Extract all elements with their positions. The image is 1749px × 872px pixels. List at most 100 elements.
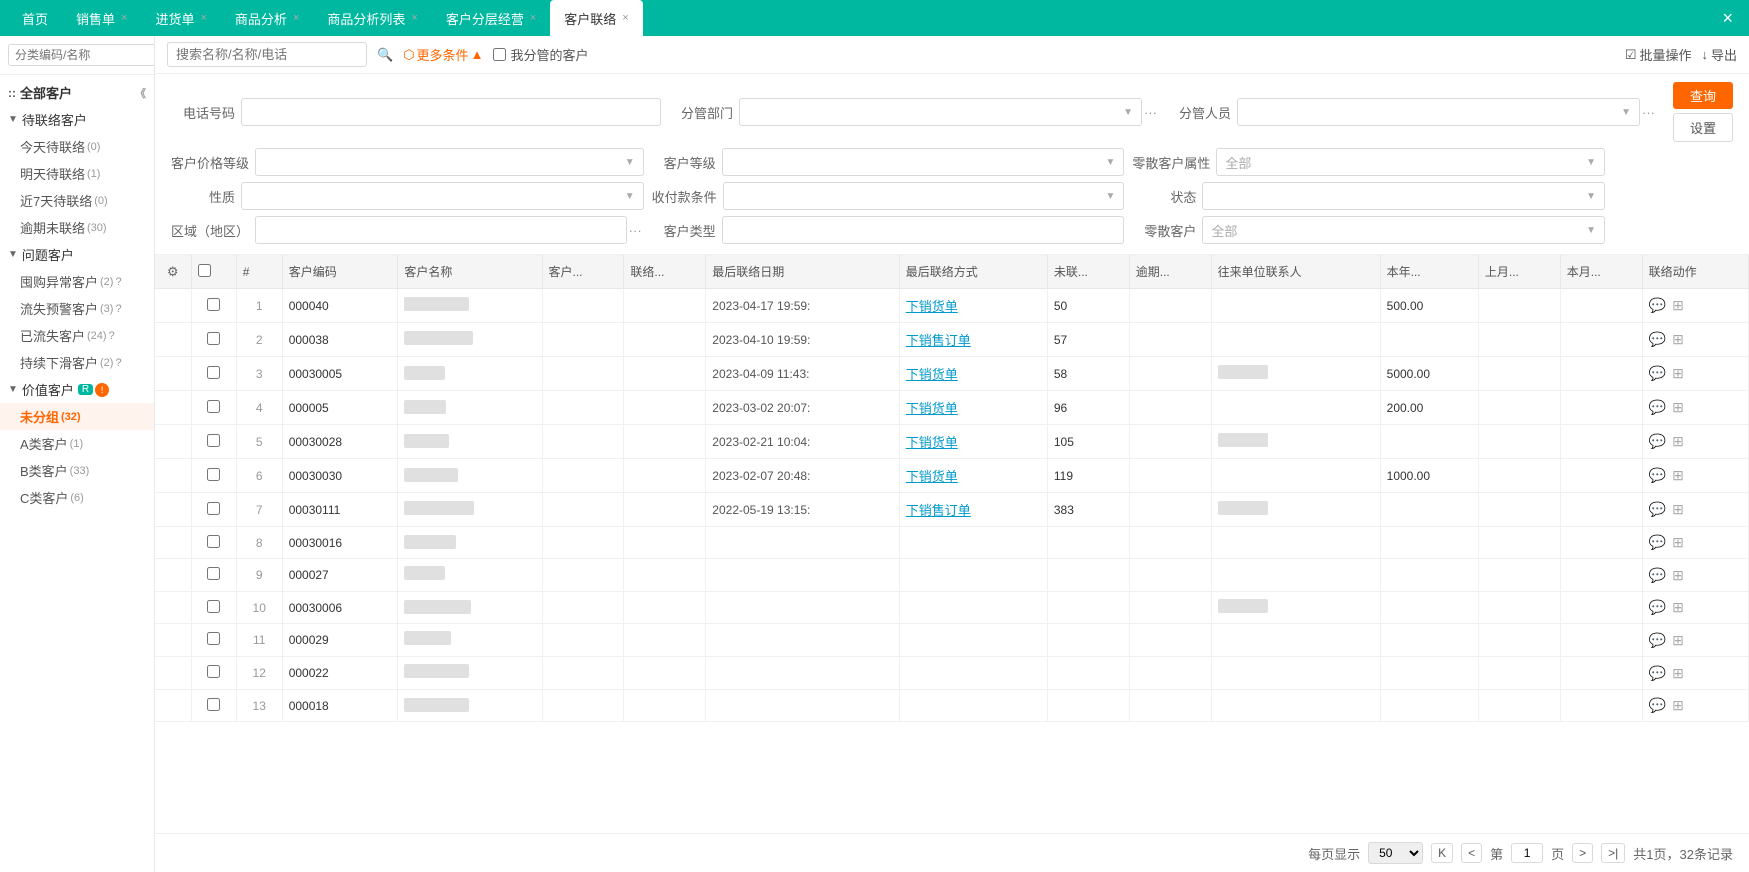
customer-search-button[interactable]: 🔍	[377, 47, 393, 63]
nav-item-home[interactable]: 首页	[8, 0, 62, 36]
batch-operation-button[interactable]: ☑ 批量操作	[1625, 45, 1692, 64]
grid-action-icon-11[interactable]: ⊞	[1672, 665, 1684, 682]
chat-icon-7[interactable]: 💬	[1649, 534, 1666, 551]
not-contact-header[interactable]: 未联...	[1047, 255, 1129, 289]
this-month-header[interactable]: 本月...	[1560, 255, 1642, 289]
sidebar-item-ungrouped[interactable]: 未分组 (32)	[0, 403, 154, 430]
grid-action-icon-0[interactable]: ⊞	[1672, 297, 1684, 314]
sidebar-item-tomorrow[interactable]: 明天待联络 (1)	[0, 160, 154, 187]
nature-select[interactable]: ▼	[241, 182, 644, 210]
unit-contact-header[interactable]: 往来单位联系人	[1211, 255, 1380, 289]
current-page-input[interactable]	[1511, 843, 1543, 863]
cell-checkbox-11[interactable]	[191, 657, 236, 690]
sidebar-item-7days[interactable]: 近7天待联络 (0)	[0, 187, 154, 214]
settings-column-header[interactable]: ⚙	[155, 255, 191, 289]
sidebar-item-abnormal[interactable]: 囤购异常客户 (2) ?	[0, 268, 154, 295]
collapse-sidebar-icon[interactable]: 《	[135, 85, 146, 101]
overdue-header[interactable]: 逾期...	[1129, 255, 1211, 289]
grid-action-icon-3[interactable]: ⊞	[1672, 399, 1684, 416]
cell-checkbox-9[interactable]	[191, 592, 236, 624]
my-customers-check[interactable]	[493, 48, 506, 61]
sidebar-item-warning[interactable]: 流失预警客户 (3) ?	[0, 295, 154, 322]
cell-checkbox-10[interactable]	[191, 624, 236, 657]
nav-item-product-analysis[interactable]: 商品分析 ×	[221, 0, 313, 36]
customer-search-input[interactable]	[167, 42, 367, 67]
select-all-checkbox[interactable]	[198, 264, 211, 277]
group-header-pending[interactable]: ▼ 待联络客户	[0, 106, 154, 133]
close-product-list-icon[interactable]: ×	[411, 12, 417, 24]
last-contact-method-header[interactable]: 最后联络方式	[899, 255, 1047, 289]
customer-type-select[interactable]	[722, 216, 1125, 244]
chat-icon-3[interactable]: 💬	[1649, 399, 1666, 416]
group-header-value[interactable]: ▼ 价值客户 R !	[0, 376, 154, 403]
chat-icon-9[interactable]: 💬	[1649, 599, 1666, 616]
chat-icon-2[interactable]: 💬	[1649, 365, 1666, 382]
sidebar-item-class-c[interactable]: C类客户 (6)	[0, 484, 154, 511]
close-sales-icon[interactable]: ×	[121, 12, 127, 24]
code-column-header[interactable]: 客户编码	[282, 255, 398, 289]
my-customers-checkbox[interactable]: 我分管的客户	[493, 45, 588, 64]
region-dots-icon[interactable]: ···	[629, 223, 642, 238]
contact-method-link[interactable]: 下销售订单	[906, 333, 971, 348]
close-product-analysis-icon[interactable]: ×	[293, 12, 299, 24]
price-level-select[interactable]: ▼	[255, 148, 644, 176]
grid-action-icon-4[interactable]: ⊞	[1672, 433, 1684, 450]
contact-method-link[interactable]: 下销货单	[906, 367, 958, 382]
chat-icon-12[interactable]: 💬	[1649, 697, 1666, 714]
cell-checkbox-0[interactable]	[191, 289, 236, 323]
last-page-button[interactable]: >|	[1601, 843, 1625, 863]
per-page-select[interactable]: 50 20 100	[1368, 842, 1423, 864]
close-all-button[interactable]: ×	[1714, 8, 1741, 29]
chat-icon-0[interactable]: 💬	[1649, 297, 1666, 314]
grid-action-icon-5[interactable]: ⊞	[1672, 467, 1684, 484]
close-purchase-icon[interactable]: ×	[200, 12, 206, 24]
nav-item-product-list[interactable]: 商品分析列表 ×	[313, 0, 431, 36]
prev-page-button[interactable]: <	[1461, 843, 1482, 863]
dept-dots-icon[interactable]: ···	[1144, 105, 1157, 120]
category-search-input[interactable]	[8, 44, 155, 66]
name-column-header[interactable]: 客户名称	[398, 255, 542, 289]
contact-method-link[interactable]: 下销货单	[906, 299, 958, 314]
manager-select[interactable]: ▼	[1237, 98, 1640, 126]
sidebar-item-declining[interactable]: 持续下滑客户 (2) ?	[0, 349, 154, 376]
customer-level-select[interactable]: ▼	[722, 148, 1125, 176]
nav-item-customer-contact[interactable]: 客户联络 ×	[550, 0, 642, 36]
all-customers-header[interactable]: :: 全部客户 《	[0, 75, 154, 106]
this-year-header[interactable]: 本年...	[1380, 255, 1478, 289]
cell-checkbox-5[interactable]	[191, 459, 236, 493]
grid-action-icon-2[interactable]: ⊞	[1672, 365, 1684, 382]
grid-action-icon-12[interactable]: ⊞	[1672, 697, 1684, 714]
grid-action-icon-7[interactable]: ⊞	[1672, 534, 1684, 551]
cell-checkbox-12[interactable]	[191, 690, 236, 722]
chat-icon-1[interactable]: 💬	[1649, 331, 1666, 348]
contact-method-link[interactable]: 下销货单	[906, 435, 958, 450]
manager-dots-icon[interactable]: ···	[1642, 105, 1655, 120]
grid-action-icon-9[interactable]: ⊞	[1672, 599, 1684, 616]
sidebar-item-today[interactable]: 今天待联络 (0)	[0, 133, 154, 160]
sidebar-item-class-a[interactable]: A类客户 (1)	[0, 430, 154, 457]
nav-item-purchase[interactable]: 进货单 ×	[141, 0, 220, 36]
scatter-customer-select[interactable]: 全部 ▼	[1202, 216, 1605, 244]
sidebar-item-overdue[interactable]: 逾期未联络 (30)	[0, 214, 154, 241]
chat-icon-11[interactable]: 💬	[1649, 665, 1666, 682]
region-select[interactable]	[255, 216, 627, 244]
cell-checkbox-8[interactable]	[191, 559, 236, 592]
phone-input[interactable]	[241, 98, 661, 126]
next-page-button[interactable]: >	[1572, 843, 1593, 863]
contact-method-link[interactable]: 下销货单	[906, 469, 958, 484]
scatter-attr-select[interactable]: 全部 ▼	[1216, 148, 1605, 176]
grid-action-icon-8[interactable]: ⊞	[1672, 567, 1684, 584]
last-contact-date-header[interactable]: 最后联络日期	[706, 255, 900, 289]
nav-item-sales[interactable]: 销售单 ×	[62, 0, 141, 36]
grid-action-icon-6[interactable]: ⊞	[1672, 501, 1684, 518]
sidebar-item-lost[interactable]: 已流失客户 (24) ?	[0, 322, 154, 349]
group-header-problem[interactable]: ▼ 问题客户	[0, 241, 154, 268]
grid-action-icon-10[interactable]: ⊞	[1672, 632, 1684, 649]
first-page-button[interactable]: K	[1431, 843, 1453, 863]
sidebar-item-class-b[interactable]: B类客户 (33)	[0, 457, 154, 484]
status-select[interactable]: ▼	[1202, 182, 1605, 210]
contact-method-link[interactable]: 下销货单	[906, 401, 958, 416]
cell-checkbox-3[interactable]	[191, 391, 236, 425]
cell-checkbox-6[interactable]	[191, 493, 236, 527]
contact-method-link[interactable]: 下销售订单	[906, 503, 971, 518]
